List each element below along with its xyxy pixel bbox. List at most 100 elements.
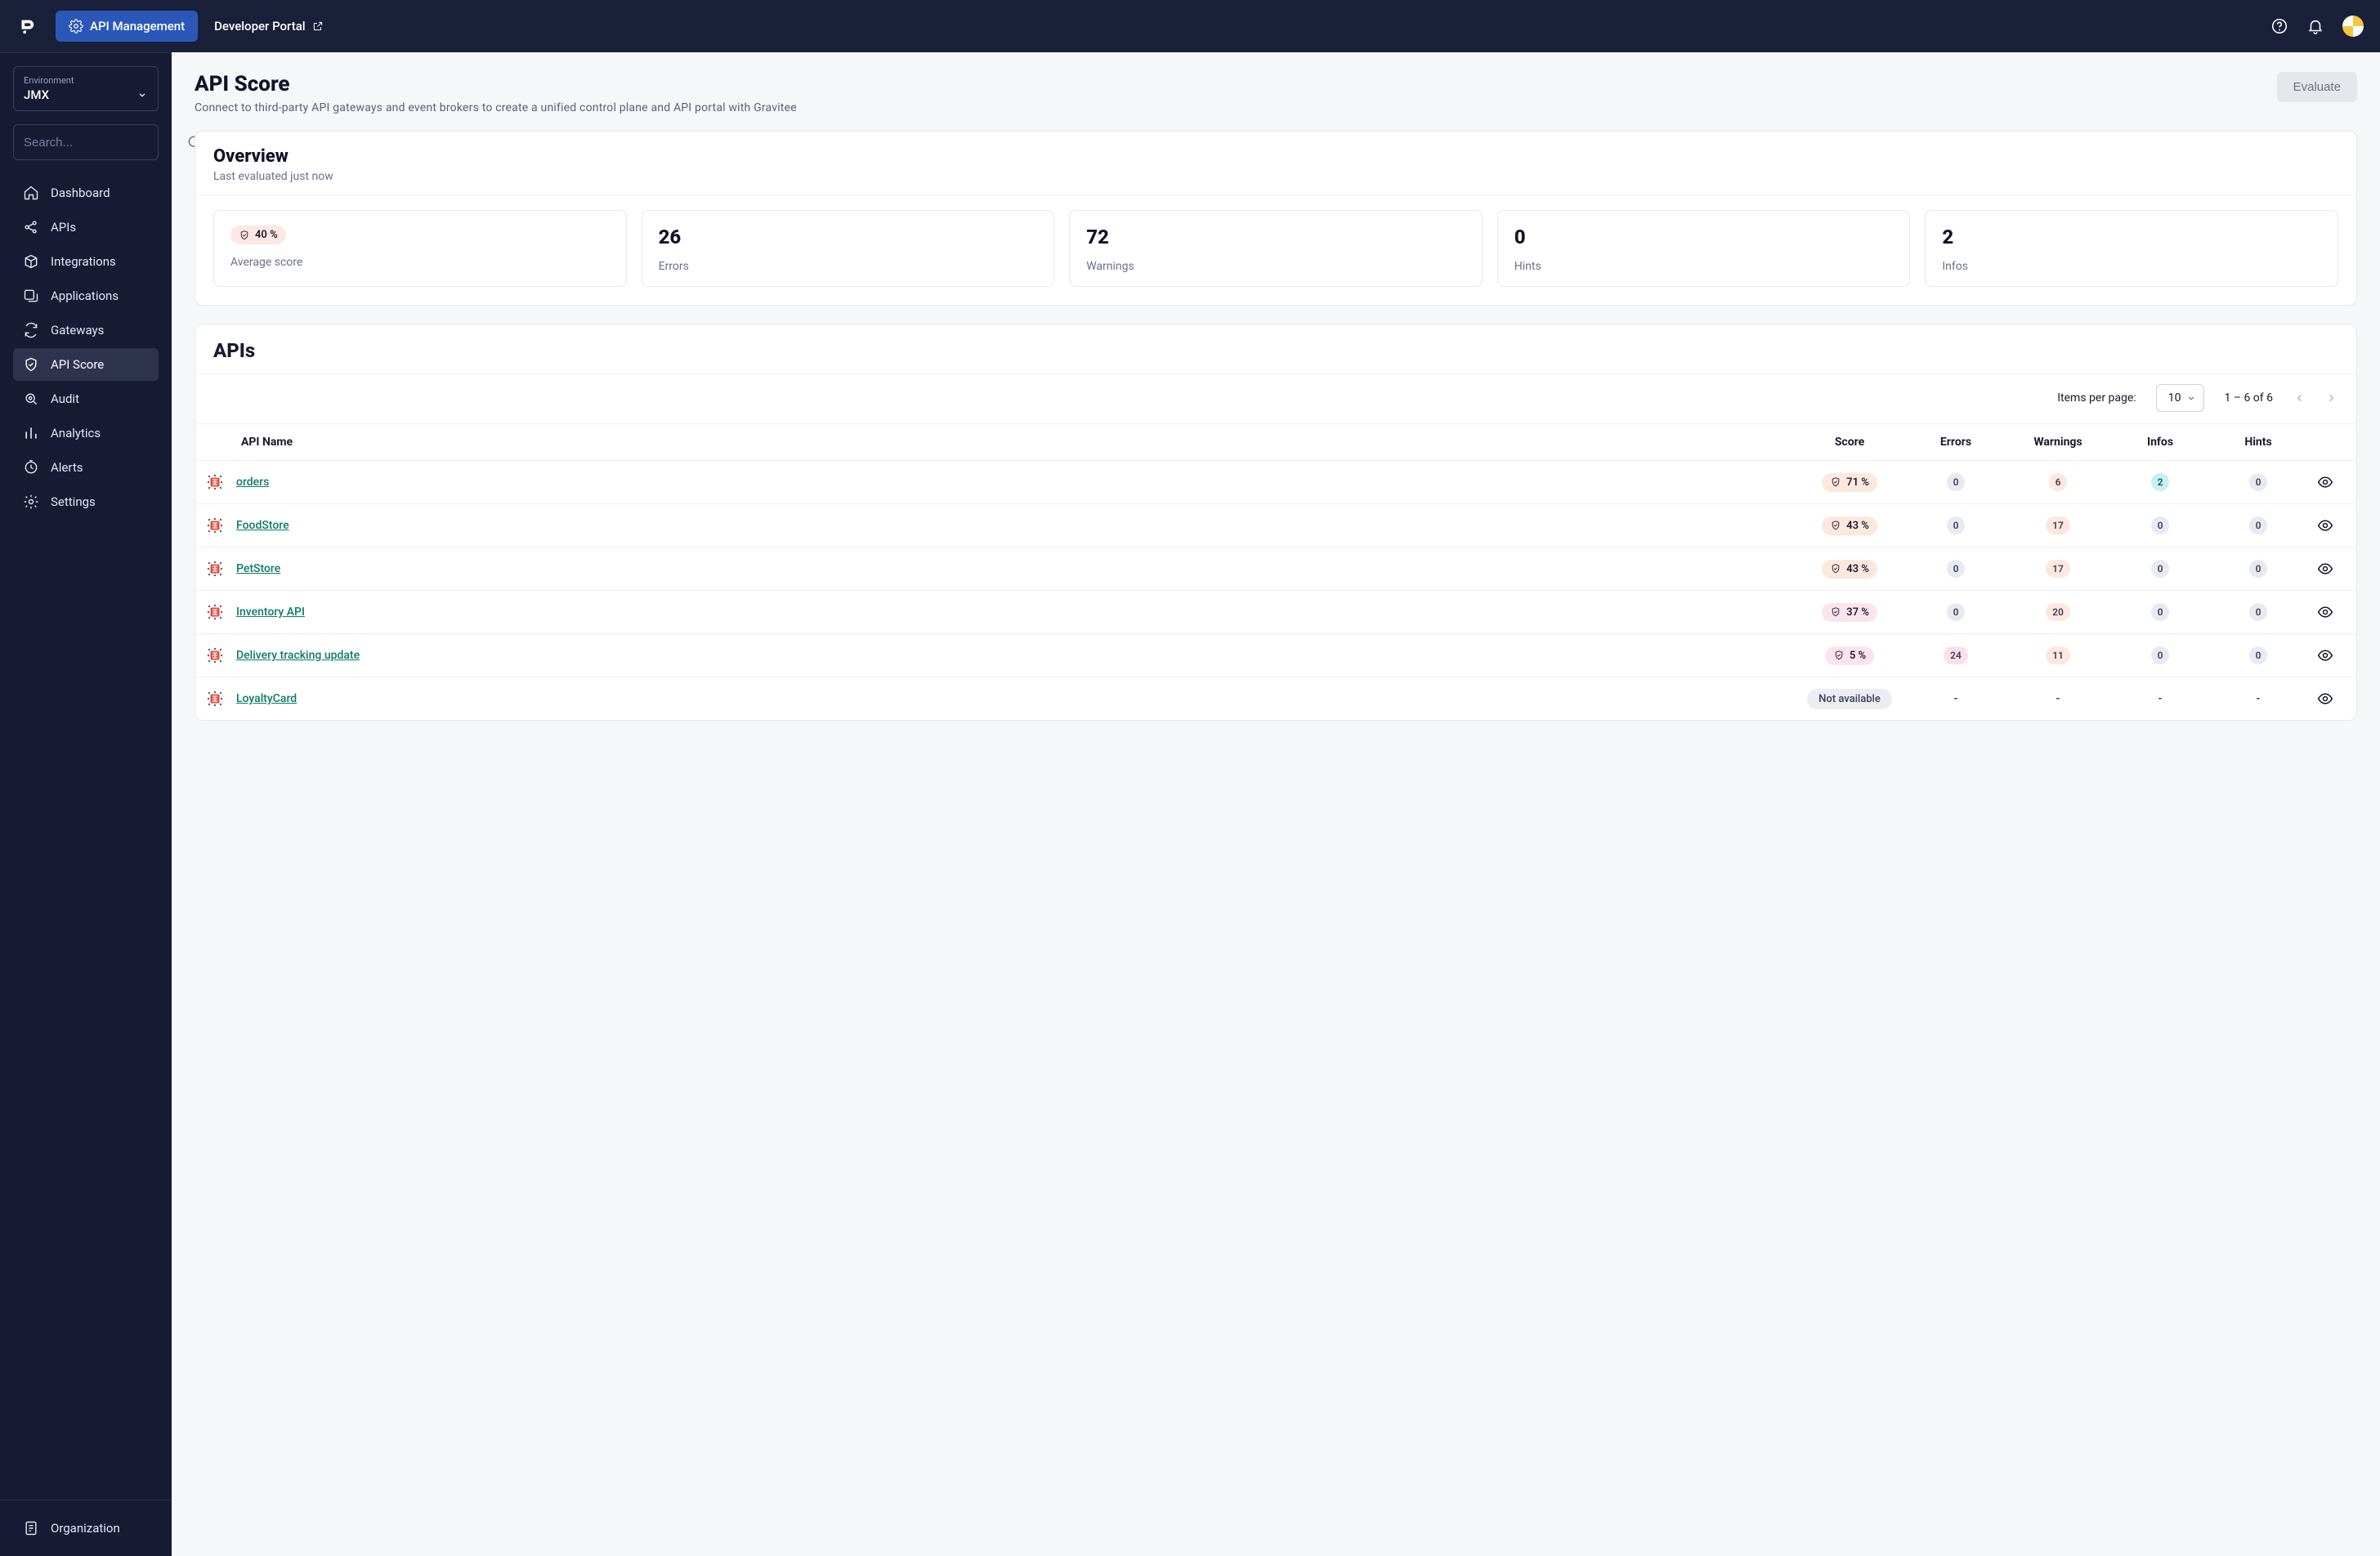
api-icon [205, 689, 225, 709]
api-icon [205, 516, 225, 535]
sidebar-item-label: Dashboard [51, 186, 110, 200]
sidebar-item-label: Applications [51, 288, 119, 303]
table-row: LoyaltyCard Not available - - - - [195, 677, 2356, 721]
page-size-select[interactable]: 10 [2156, 384, 2205, 412]
errors-badge: 24 [1944, 646, 1968, 664]
search-input[interactable] [24, 136, 186, 150]
pager-next[interactable] [2324, 391, 2338, 405]
infos-badge: 2 [2151, 473, 2170, 491]
shield-icon [1830, 563, 1841, 575]
infos-badge: 0 [2151, 516, 2170, 534]
sidebar-item-label: API Score [51, 357, 104, 372]
api-icon [205, 646, 225, 665]
sidebar-item-alerts[interactable]: Alerts [13, 451, 159, 484]
apis-table: API Name Score Errors Warnings Infos Hin… [195, 424, 2356, 720]
eye-icon[interactable] [2317, 604, 2346, 620]
nav-api-management[interactable]: API Management [56, 11, 198, 42]
sidebar-item-analytics[interactable]: Analytics [13, 417, 159, 449]
shield-icon [239, 230, 250, 241]
sidebar-item-settings[interactable]: Settings [13, 485, 159, 518]
score-chip: 43 % [1822, 516, 1877, 535]
sidebar-nav: Dashboard APIs Integrations Applications… [0, 173, 172, 1500]
sidebar-item-api-score[interactable]: API Score [13, 348, 159, 381]
score-na: Not available [1807, 689, 1892, 709]
eye-icon[interactable] [2317, 474, 2346, 490]
apis-icon [23, 219, 39, 235]
top-header: API Management Developer Portal [0, 0, 2380, 52]
overview-card: Overview Last evaluated just now 40 % Av… [195, 131, 2357, 306]
sidebar-item-gateways[interactable]: Gateways [13, 314, 159, 347]
warnings-badge: 6 [2049, 473, 2068, 491]
api-link[interactable]: LoyaltyCard [236, 692, 297, 705]
sidebar-item-organization[interactable]: Organization [13, 1512, 159, 1545]
eye-icon[interactable] [2317, 561, 2346, 577]
eye-icon[interactable] [2317, 691, 2346, 707]
api-score-icon [23, 356, 39, 373]
eye-icon[interactable] [2317, 647, 2346, 664]
chevron-down-icon [2185, 392, 2197, 404]
page-title: API Score [195, 72, 797, 96]
search-box[interactable] [13, 124, 159, 160]
sidebar-item-label: Settings [51, 494, 96, 509]
nav-label: API Management [90, 19, 185, 34]
eye-icon[interactable] [2317, 517, 2346, 534]
errors-badge: 0 [1947, 560, 1966, 578]
overview-title: Overview [213, 146, 2338, 167]
sidebar-item-applications[interactable]: Applications [13, 279, 159, 312]
nav-developer-portal[interactable]: Developer Portal [201, 11, 337, 42]
sidebar-item-integrations[interactable]: Integrations [13, 245, 159, 278]
api-link[interactable]: Delivery tracking update [236, 649, 360, 662]
api-link[interactable]: orders [236, 476, 269, 489]
shield-icon [1830, 476, 1841, 488]
errors-badge: 0 [1947, 603, 1966, 621]
sidebar-item-label: Alerts [51, 460, 83, 475]
api-link[interactable]: Inventory API [236, 606, 305, 619]
api-link[interactable]: FoodStore [236, 519, 289, 532]
sidebar-item-dashboard[interactable]: Dashboard [13, 177, 159, 209]
gateways-icon [23, 322, 39, 338]
col-warnings: Warnings [2005, 424, 2111, 461]
stat-errors: 26 Errors [642, 210, 1055, 287]
pager-prev[interactable] [2293, 391, 2307, 405]
col-hints: Hints [2209, 424, 2307, 461]
col-score: Score [1792, 424, 1907, 461]
sidebar-item-audit[interactable]: Audit [13, 382, 159, 415]
page-subtitle: Connect to third-party API gateways and … [195, 101, 797, 114]
api-icon [205, 602, 225, 622]
table-row: orders 71 % 0 6 2 0 [195, 461, 2356, 504]
api-icon [205, 559, 225, 579]
warnings-badge: 17 [2046, 516, 2070, 534]
sidebar-item-label: Analytics [51, 426, 101, 440]
organization-icon [23, 1520, 39, 1536]
infos-badge: 0 [2151, 603, 2170, 621]
external-link-icon [312, 20, 324, 32]
evaluate-button[interactable]: Evaluate [2277, 72, 2357, 102]
bell-icon[interactable] [2306, 17, 2324, 35]
infos-badge: 0 [2151, 646, 2170, 664]
avatar[interactable] [2342, 16, 2364, 37]
audit-icon [23, 391, 39, 407]
shield-icon [1833, 650, 1845, 661]
applications-icon [23, 288, 39, 304]
env-label: Environment [24, 75, 148, 86]
sidebar-item-label: Audit [51, 391, 79, 406]
dashboard-icon [23, 185, 39, 201]
pager-range: 1 – 6 of 6 [2224, 391, 2273, 405]
help-icon[interactable] [2270, 17, 2288, 35]
sidebar-item-label: Organization [51, 1521, 120, 1536]
hints-badge: 0 [2249, 603, 2268, 621]
environment-selector[interactable]: Environment JMX [13, 66, 159, 111]
score-chip: 37 % [1822, 603, 1877, 622]
hints-badge: 0 [2249, 560, 2268, 578]
sidebar: Environment JMX Dashboard APIs Integrati… [0, 52, 172, 1556]
alerts-icon [23, 459, 39, 476]
api-link[interactable]: PetStore [236, 562, 280, 575]
warnings-badge: 11 [2046, 646, 2070, 664]
stat-avg-score: 40 % Average score [213, 210, 627, 287]
stat-warnings: 72 Warnings [1069, 210, 1483, 287]
hints-badge: 0 [2249, 646, 2268, 664]
sidebar-item-apis[interactable]: APIs [13, 211, 159, 244]
logo-icon[interactable] [16, 16, 36, 36]
warnings-badge: 17 [2046, 560, 2070, 578]
api-icon [205, 472, 225, 492]
